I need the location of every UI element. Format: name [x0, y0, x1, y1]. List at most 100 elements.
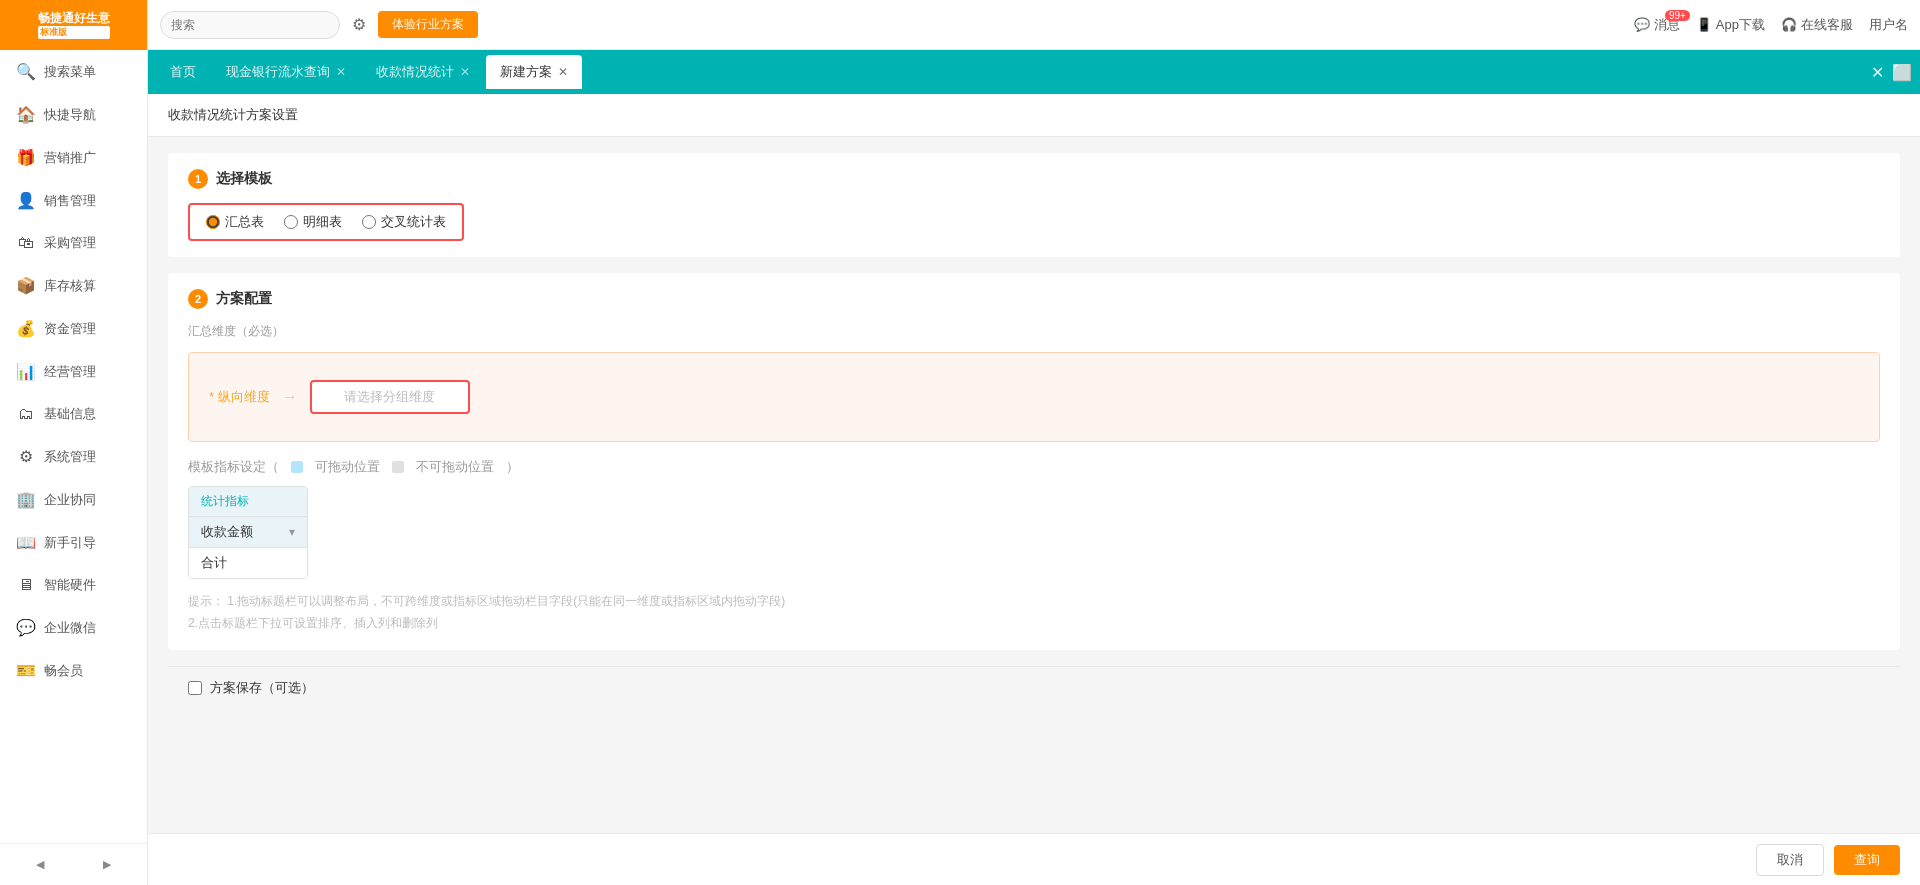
- sidebar-item-inventory[interactable]: 📦库存核算: [0, 264, 147, 307]
- download-btn[interactable]: 📱 App下载: [1696, 16, 1765, 34]
- indicator-row2: 合计: [189, 548, 307, 578]
- tab-home[interactable]: 首页: [156, 55, 210, 89]
- tip-1: 提示： 1.拖动标题栏可以调整布局，不可跨维度或指标区域拖动栏目字段(只能在同一…: [188, 591, 1880, 613]
- step1-section: 1 选择模板 汇总表 明细表: [168, 153, 1900, 257]
- sidebar-item-operation[interactable]: 📊 经营管理: [0, 350, 147, 393]
- sidebar-footer-left[interactable]: ◀: [8, 852, 72, 877]
- query-button[interactable]: 查询: [1834, 845, 1900, 875]
- cancel-button[interactable]: 取消: [1756, 844, 1824, 876]
- radio-summary[interactable]: 汇总表: [206, 213, 264, 231]
- chat-label: 在线客服: [1801, 16, 1853, 34]
- radio-summary-input[interactable]: [206, 215, 220, 229]
- chat-btn[interactable]: 🎧 在线客服: [1781, 16, 1853, 34]
- tip-2: 2.点击标题栏下拉可设置排序、插入列和删除列: [188, 613, 1880, 635]
- save-checkbox[interactable]: [188, 681, 202, 695]
- sidebar-item-label-wechat: 企业微信: [44, 619, 96, 637]
- sidebar-item-label-member: 畅会员: [44, 662, 83, 680]
- indicator-label-bar: 模板指标设定（ 可拖动位置 不可拖动位置 ）: [188, 458, 1880, 476]
- sales-icon: 👤: [16, 191, 36, 210]
- sidebar-item-marketing[interactable]: 🎁 营销推广: [0, 136, 147, 179]
- vertical-dim-label: * 纵向维度: [209, 388, 270, 406]
- dim-select-box[interactable]: 请选择分组维度: [310, 380, 470, 414]
- sidebar: 畅捷通好生意 标准版 🔍 搜索菜单 🏠 快捷导航 🎁 营销推广 👤 销售管理 🛍 采购管理 📦库存核…: [0, 0, 148, 885]
- sidebar-item-label-purchase: 采购管理: [44, 234, 96, 252]
- radio-detail-input[interactable]: [284, 215, 298, 229]
- sidebar-item-label-hardware: 智能硬件: [44, 576, 96, 594]
- page-body: 1 选择模板 汇总表 明细表: [148, 137, 1920, 833]
- sidebar-footer-right[interactable]: ▶: [76, 852, 140, 877]
- dim-arrow: →: [282, 388, 298, 406]
- tab-cashflow[interactable]: 现金银行流水查询 ✕: [212, 55, 360, 89]
- sidebar-item-hardware[interactable]: 🖥智能硬件: [0, 564, 147, 606]
- sidebar-item-capital[interactable]: 💰资金管理: [0, 307, 147, 350]
- sidebar-item-sales[interactable]: 👤 销售管理: [0, 179, 147, 222]
- tab-receipt[interactable]: 收款情况统计 ✕: [362, 55, 484, 89]
- tab-minimize-icon[interactable]: ✕: [1871, 63, 1884, 82]
- sidebar-item-label-basic: 基础信息: [44, 405, 96, 423]
- sidebar-item-member[interactable]: 🎫畅会员: [0, 649, 147, 692]
- radio-cross-input[interactable]: [362, 215, 376, 229]
- dimension-label-text: 汇总维度（必选）: [188, 324, 284, 338]
- sidebar-item-corp[interactable]: 🏢企业协同: [0, 478, 147, 521]
- sidebar-footer: ◀ ▶: [0, 843, 147, 885]
- sidebar-logo: 畅捷通好生意 标准版: [0, 0, 147, 50]
- sidebar-item-quicknav[interactable]: 🏠 快捷导航: [0, 93, 147, 136]
- message-icon: 💬: [1634, 17, 1650, 32]
- sidebar-item-label-system: 系统管理: [44, 448, 96, 466]
- sidebar-item-label-guide: 新手引导: [44, 534, 96, 552]
- step2-number: 2: [188, 289, 208, 309]
- sidebar-item-label-quicknav: 快捷导航: [44, 106, 96, 124]
- radio-detail[interactable]: 明细表: [284, 213, 342, 231]
- dimension-label: 汇总维度（必选）: [188, 323, 1880, 340]
- indicator-row1-text: 收款金额: [201, 523, 253, 541]
- step2-header: 2 方案配置: [188, 289, 1880, 309]
- basic-icon: 🗂: [16, 405, 36, 423]
- sidebar-item-label-operation: 经营管理: [44, 363, 96, 381]
- sidebar-item-wechat[interactable]: 💬企业微信: [0, 606, 147, 649]
- tab-home-label: 首页: [170, 63, 196, 81]
- dim-row: * 纵向维度 → 请选择分组维度: [209, 380, 470, 414]
- purchase-icon: 🛍: [16, 234, 36, 252]
- tab-newplan-label: 新建方案: [500, 63, 552, 81]
- sidebar-item-guide[interactable]: 📖新手引导: [0, 521, 147, 564]
- message-btn[interactable]: 💬 消息 99+: [1634, 16, 1680, 34]
- indicator-settings-label: 模板指标设定（: [188, 458, 279, 476]
- marketing-icon: 🎁: [16, 148, 36, 167]
- sidebar-item-label-marketing: 营销推广: [44, 149, 96, 167]
- search-input[interactable]: [160, 11, 340, 39]
- gear-icon[interactable]: ⚙: [352, 15, 366, 34]
- tab-controls: ✕ ⬜: [1871, 63, 1912, 82]
- quicknav-icon: 🏠: [16, 105, 36, 124]
- sidebar-item-label-sales: 销售管理: [44, 192, 96, 210]
- username: 用户名: [1869, 16, 1908, 34]
- sidebar-item-label-inventory: 库存核算: [44, 277, 96, 295]
- tab-newplan[interactable]: 新建方案 ✕: [486, 55, 582, 89]
- sidebar-item-label-search: 搜索菜单: [44, 63, 96, 81]
- tab-receipt-close[interactable]: ✕: [460, 65, 470, 79]
- message-count: 99+: [1665, 10, 1690, 21]
- indicator-row1[interactable]: 收款金额 ▾: [189, 517, 307, 548]
- sidebar-item-system[interactable]: ⚙系统管理: [0, 435, 147, 478]
- radio-summary-label: 汇总表: [225, 213, 264, 231]
- step1-title: 选择模板: [216, 170, 272, 188]
- tab-cashflow-close[interactable]: ✕: [336, 65, 346, 79]
- fixed-label: 不可拖动位置: [416, 458, 494, 476]
- sidebar-item-basic[interactable]: 🗂 基础信息: [0, 393, 147, 435]
- industry-btn[interactable]: 体验行业方案: [378, 11, 478, 38]
- save-label: 方案保存（可选）: [210, 679, 314, 697]
- dimension-area: * 纵向维度 → 请选择分组维度: [188, 352, 1880, 442]
- edition-badge: 标准版: [38, 26, 110, 39]
- step1-number: 1: [188, 169, 208, 189]
- sidebar-item-search[interactable]: 🔍 搜索菜单: [0, 50, 147, 93]
- content-area: 收款情况统计方案设置 1 选择模板 汇总表: [148, 94, 1920, 885]
- tab-newplan-close[interactable]: ✕: [558, 65, 568, 79]
- radio-detail-label: 明细表: [303, 213, 342, 231]
- operation-icon: 📊: [16, 362, 36, 381]
- tab-maximize-icon[interactable]: ⬜: [1892, 63, 1912, 82]
- download-icon: 📱: [1696, 17, 1712, 32]
- fixed-badge: [392, 461, 404, 473]
- sidebar-item-purchase[interactable]: 🛍 采购管理: [0, 222, 147, 264]
- search-icon: 🔍: [16, 62, 36, 81]
- sidebar-item-label-capital: 资金管理: [44, 320, 96, 338]
- radio-cross[interactable]: 交叉统计表: [362, 213, 446, 231]
